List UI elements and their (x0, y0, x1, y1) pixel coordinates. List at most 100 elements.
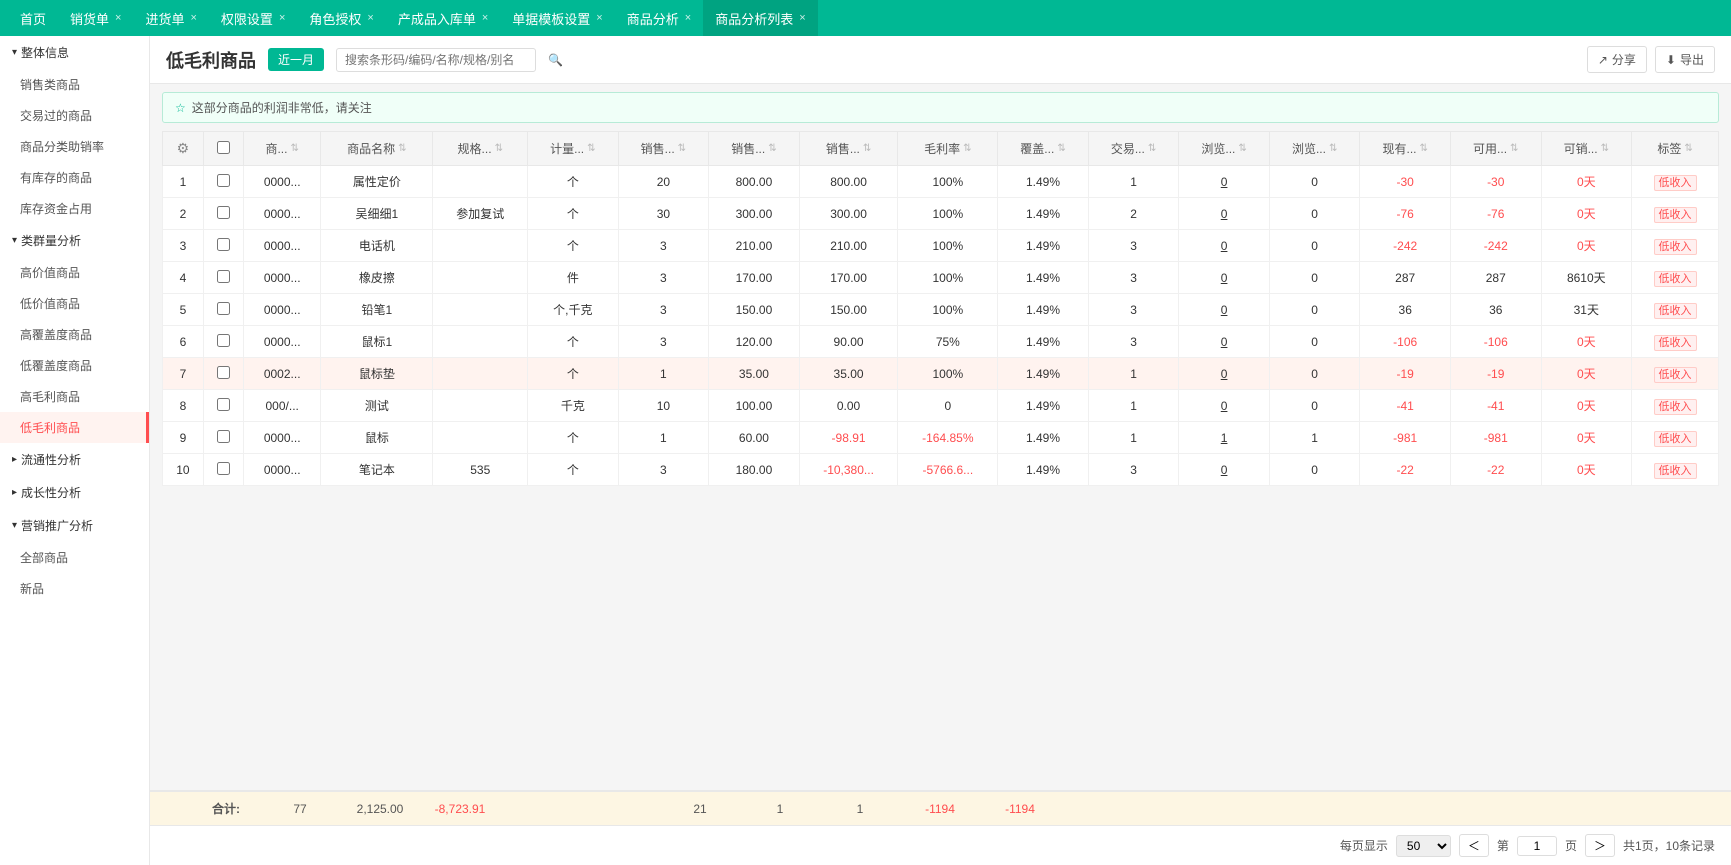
close-icon[interactable]: × (367, 12, 373, 24)
page-input[interactable] (1517, 836, 1557, 856)
sidebar-item-高价值商品[interactable]: 高价值商品 (0, 257, 149, 288)
cell-browse1[interactable]: 0 (1179, 326, 1270, 358)
col-header-sales_amount[interactable]: 销售...⇅ (709, 132, 800, 166)
col-header-name[interactable]: 商品名称⇅ (321, 132, 433, 166)
search-input[interactable] (336, 48, 536, 72)
col-header-unit[interactable]: 计量...⇅ (528, 132, 619, 166)
sort-icon[interactable]: ⇅ (290, 143, 298, 154)
cell-browse1[interactable]: 0 (1179, 454, 1270, 486)
row-checkbox[interactable] (217, 398, 230, 411)
browse-link[interactable]: 0 (1221, 207, 1228, 221)
col-header-code[interactable]: 商...⇅ (244, 132, 321, 166)
next-page-button[interactable]: ＞ (1585, 834, 1615, 857)
nav-item-销货单[interactable]: 销货单× (58, 0, 133, 36)
row-checkbox[interactable] (217, 366, 230, 379)
cell-checkbox[interactable] (203, 422, 243, 454)
nav-item-单据模板设置[interactable]: 单据模板设置× (500, 0, 614, 36)
cell-browse1[interactable]: 0 (1179, 390, 1270, 422)
sort-icon[interactable]: ⇅ (963, 143, 971, 154)
sort-icon[interactable]: ⇅ (1510, 143, 1518, 154)
page-size-select[interactable]: 50 100 200 (1396, 835, 1451, 857)
sidebar-group-header-营销推广分析[interactable]: ▾营销推广分析 (0, 509, 149, 542)
search-icon[interactable]: 🔍 (548, 53, 563, 67)
row-checkbox[interactable] (217, 334, 230, 347)
nav-item-商品分析[interactable]: 商品分析× (615, 0, 703, 36)
col-header-coverage[interactable]: 覆盖...⇅ (998, 132, 1089, 166)
settings-icon[interactable]: ⚙ (177, 140, 190, 156)
sort-icon[interactable]: ⇅ (1148, 143, 1156, 154)
browse-link[interactable]: 0 (1221, 335, 1228, 349)
sort-icon[interactable]: ⇅ (1684, 143, 1692, 154)
cell-browse1[interactable]: 1 (1179, 422, 1270, 454)
col-header-spec[interactable]: 规格...⇅ (433, 132, 528, 166)
col-header-tag[interactable]: 标签⇅ (1632, 132, 1719, 166)
close-icon[interactable]: × (115, 12, 121, 24)
row-checkbox[interactable] (217, 270, 230, 283)
sidebar-item-有库存的商品[interactable]: 有库存的商品 (0, 162, 149, 193)
browse-link[interactable]: 0 (1221, 399, 1228, 413)
row-checkbox[interactable] (217, 430, 230, 443)
nav-item-首页[interactable]: 首页 (8, 0, 58, 36)
col-header-browse2[interactable]: 浏览...⇅ (1269, 132, 1360, 166)
cell-checkbox[interactable] (203, 198, 243, 230)
nav-item-进货单[interactable]: 进货单× (133, 0, 208, 36)
nav-item-角色授权[interactable]: 角色授权× (297, 0, 385, 36)
close-icon[interactable]: × (482, 12, 488, 24)
col-header-saleable[interactable]: 可销...⇅ (1541, 132, 1632, 166)
cell-checkbox[interactable] (203, 230, 243, 262)
sidebar-item-交易过的商品[interactable]: 交易过的商品 (0, 100, 149, 131)
col-header-available[interactable]: 可用...⇅ (1450, 132, 1541, 166)
close-icon[interactable]: × (190, 12, 196, 24)
sort-icon[interactable]: ⇅ (1601, 143, 1609, 154)
row-checkbox[interactable] (217, 238, 230, 251)
sidebar-group-header-成长性分析[interactable]: ▸成长性分析 (0, 476, 149, 509)
sidebar-item-低覆盖度商品[interactable]: 低覆盖度商品 (0, 350, 149, 381)
col-header-trade_count[interactable]: 交易...⇅ (1088, 132, 1179, 166)
cell-checkbox[interactable] (203, 294, 243, 326)
select-all-checkbox[interactable] (217, 141, 230, 154)
cell-browse1[interactable]: 0 (1179, 294, 1270, 326)
sidebar-item-商品分类助销率[interactable]: 商品分类助销率 (0, 131, 149, 162)
nav-item-商品分析列表[interactable]: 商品分析列表× (703, 0, 817, 36)
cell-checkbox[interactable] (203, 166, 243, 198)
nav-item-产成品入库单[interactable]: 产成品入库单× (386, 0, 500, 36)
col-header-gross_rate[interactable]: 毛利率⇅ (898, 132, 998, 166)
sort-icon[interactable]: ⇅ (678, 143, 686, 154)
cell-checkbox[interactable] (203, 390, 243, 422)
close-icon[interactable]: × (799, 12, 805, 24)
col-header-sales_profit[interactable]: 销售...⇅ (799, 132, 898, 166)
cell-checkbox[interactable] (203, 326, 243, 358)
close-icon[interactable]: × (279, 12, 285, 24)
cell-checkbox[interactable] (203, 358, 243, 390)
col-header-browse1[interactable]: 浏览...⇅ (1179, 132, 1270, 166)
cell-checkbox[interactable] (203, 262, 243, 294)
browse-link[interactable]: 0 (1221, 303, 1228, 317)
col-header-current_stock[interactable]: 现有...⇅ (1360, 132, 1451, 166)
cell-checkbox[interactable] (203, 454, 243, 486)
sort-icon[interactable]: ⇅ (495, 143, 503, 154)
cell-browse1[interactable]: 0 (1179, 166, 1270, 198)
sidebar-item-全部商品[interactable]: 全部商品 (0, 542, 149, 573)
browse-link[interactable]: 1 (1221, 431, 1228, 445)
cell-browse1[interactable]: 0 (1179, 358, 1270, 390)
row-checkbox[interactable] (217, 302, 230, 315)
sidebar-item-销售类商品[interactable]: 销售类商品 (0, 69, 149, 100)
filter-button[interactable]: 近一月 (268, 48, 324, 71)
close-icon[interactable]: × (685, 12, 691, 24)
browse-link[interactable]: 0 (1221, 463, 1228, 477)
row-checkbox[interactable] (217, 462, 230, 475)
cell-browse1[interactable]: 0 (1179, 198, 1270, 230)
prev-page-button[interactable]: ＜ (1459, 834, 1489, 857)
nav-item-权限设置[interactable]: 权限设置× (209, 0, 297, 36)
sidebar-item-新品[interactable]: 新品 (0, 573, 149, 604)
sidebar-group-header-流通性分析[interactable]: ▸流通性分析 (0, 443, 149, 476)
sort-icon[interactable]: ⇅ (1238, 143, 1246, 154)
close-icon[interactable]: × (596, 12, 602, 24)
browse-link[interactable]: 0 (1221, 271, 1228, 285)
sidebar-item-高覆盖度商品[interactable]: 高覆盖度商品 (0, 319, 149, 350)
cell-browse1[interactable]: 0 (1179, 262, 1270, 294)
sort-icon[interactable]: ⇅ (1420, 143, 1428, 154)
row-checkbox[interactable] (217, 174, 230, 187)
sort-icon[interactable]: ⇅ (1057, 143, 1065, 154)
sort-icon[interactable]: ⇅ (863, 143, 871, 154)
